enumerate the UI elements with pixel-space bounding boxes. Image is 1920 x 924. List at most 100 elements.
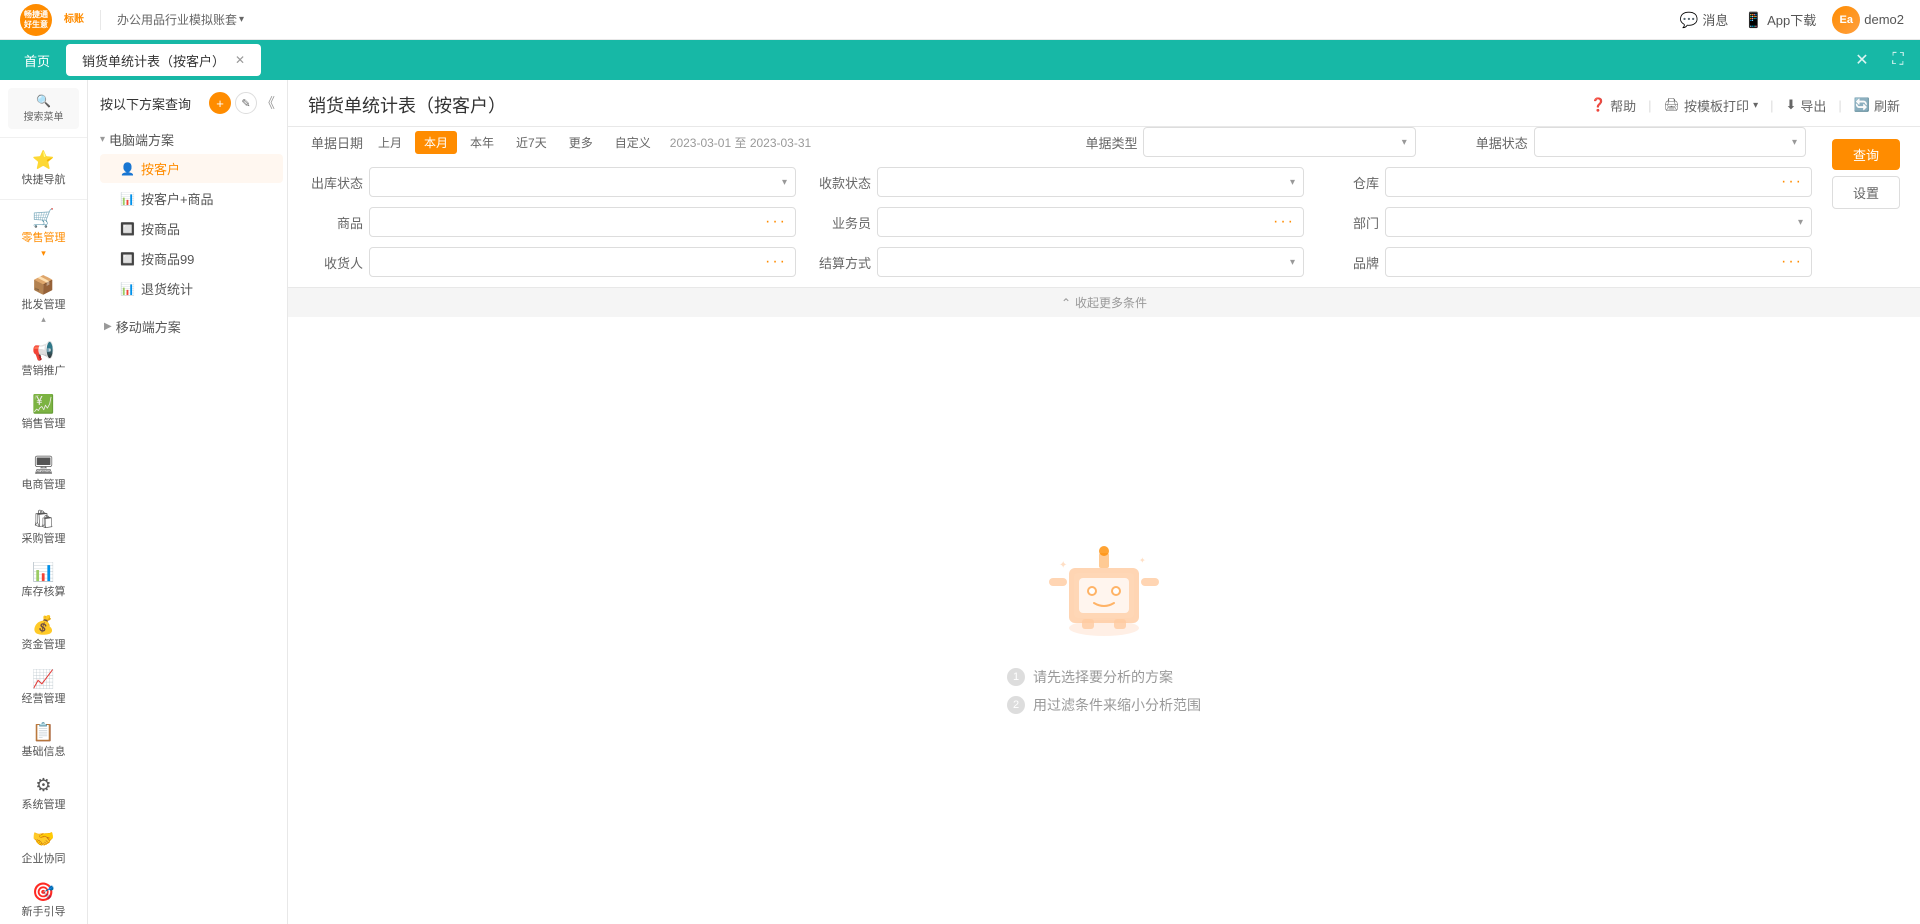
sidebar-item-quicknav[interactable]: ⭐ 快捷导航 [0,142,87,195]
download-icon: 📱 [1744,11,1763,29]
payment-status-select[interactable]: ▾ [877,167,1304,197]
brand-label: 品牌 [1324,253,1379,272]
empty-state: ✦ ✦ 1 请先选择要分析的方案 2 用过滤条件来缩小分析范围 [288,317,1920,924]
sidebar-item-sales[interactable]: 💹 销售管理 [0,386,87,439]
sidebar-item-purchase[interactable]: 🛍 采购管理 [0,501,87,554]
brand-select[interactable]: ··· [1385,247,1812,277]
page-header-actions: ❓ 帮助 | 🖨 按模板打印 ▾ | ⬇ 导出 | [1590,96,1900,115]
by-customer-product-icon: 📊 [120,192,135,206]
shortcut-this-year[interactable]: 本年 [461,131,503,154]
date-label: 单据日期 [308,133,363,152]
export-icon: ⬇ [1785,97,1796,113]
filter-row-2: 商品 ··· 业务员 ··· [288,207,1832,247]
scheme-item-by-customer[interactable]: 👤 按客户 [100,154,283,183]
sidebar-item-finance[interactable]: 💰 资金管理 [0,607,87,660]
filter-cell-warehouse: 仓库 ··· [1324,167,1812,197]
filter-cell-department: 部门 ▾ [1324,207,1812,237]
shortcut-last-month[interactable]: 上月 [369,131,411,154]
tab-close-all-button[interactable]: ✕ [1848,46,1876,74]
tab-close-icon[interactable]: ✕ [235,53,245,67]
logo: 畅捷通好生意 [16,0,56,40]
print-button[interactable]: 🖨 按模板打印 ▾ [1664,96,1759,115]
scheme-item-by-customer-label: 按客户 [141,159,180,178]
quicknav-icon: ⭐ [32,150,54,171]
scheme-group-desktop-header[interactable]: ▾ 电脑端方案 [88,126,287,153]
collapse-bar[interactable]: ⌃ 收起更多条件 [288,287,1920,317]
date-shortcuts: 上月 本月 本年 近7天 更多 自定义 [369,131,660,154]
receiver-select[interactable]: ··· [369,247,796,277]
sidebar-item-wholesale[interactable]: 📦 批发管理 ▴ [0,267,87,333]
sidebar-item-retail-label: 零售管理 [22,231,66,245]
shortcut-more[interactable]: 更多 [560,131,602,154]
wholesale-arrow-icon: ▴ [41,314,46,325]
doc-status-select[interactable]: ▾ [1534,127,1806,157]
scheme-group-mobile-header[interactable]: ▶ 移动端方案 [88,312,287,341]
tab-home[interactable]: 首页 [8,44,66,76]
tabbar-actions: ✕ ⛶ [1848,46,1912,74]
scheme-item-by-customer-product[interactable]: 📊 按客户+商品 [100,184,283,213]
warehouse-label: 仓库 [1324,173,1379,192]
scheme-add-button[interactable]: + [209,92,231,114]
sidebar-search-button[interactable]: 🔍 搜索菜单 [8,88,79,129]
refresh-button[interactable]: 🔄 刷新 [1854,96,1900,115]
out-status-select[interactable]: ▾ [369,167,796,197]
sidebar-item-system-label: 系统管理 [22,798,66,812]
out-status-label: 出库状态 [308,173,363,192]
scheme-item-by-product-label: 按商品 [141,219,180,238]
salesperson-select[interactable]: ··· [877,207,1304,237]
shortcut-last7days[interactable]: 近7天 [507,131,556,154]
query-button[interactable]: 查询 [1832,139,1900,170]
retail-icon: 🛒 [32,208,54,229]
shortcut-this-month[interactable]: 本月 [415,131,457,154]
department-select[interactable]: ▾ [1385,207,1812,237]
export-button[interactable]: ⬇ 导出 [1785,96,1826,115]
tab-expand-button[interactable]: ⛶ [1884,46,1912,74]
sidebar-item-newbie[interactable]: 🎯 新手引导 [0,874,87,924]
scheme-edit-button[interactable]: ✎ [235,92,257,114]
filter-query-buttons: 查询 设置 [1832,127,1920,287]
sidebar-item-system[interactable]: ⚙ 系统管理 [0,767,87,820]
message-icon: 💬 [1680,11,1699,29]
sidebar-item-retail[interactable]: 🛒 零售管理 ▾ [0,200,87,266]
print-icon: 🖨 [1664,97,1681,113]
topbar-account-title[interactable]: 办公用品行业模拟账套 ▾ [117,11,244,28]
sidebar-item-sales-label: 销售管理 [22,417,66,431]
message-button[interactable]: 💬 消息 [1680,10,1729,29]
sidebar-item-ecommerce[interactable]: 🖥 电商管理 [0,447,87,500]
svg-text:✦: ✦ [1059,560,1067,571]
shortcut-custom[interactable]: 自定义 [606,131,660,154]
topbar-divider [100,10,101,30]
sidebar-item-operations[interactable]: 📈 经营管理 [0,661,87,714]
scheme-item-by-product[interactable]: 🔲 按商品 [100,214,283,243]
page-header: 销货单统计表（按客户） ❓ 帮助 | 🖨 按模板打印 ▾ | ⬇ [288,80,1920,127]
logo-icon: 畅捷通好生意 [20,4,52,36]
warehouse-dots: ··· [1781,173,1803,191]
product-select[interactable]: ··· [369,207,796,237]
scheme-item-by-product99[interactable]: 🔲 按商品99 [100,244,283,273]
doc-type-select[interactable]: ▾ [1143,127,1415,157]
receiver-dots: ··· [765,253,787,271]
scheme-group-desktop: ▾ 电脑端方案 👤 按客户 📊 按客户+商品 🔲 按商品 [88,122,287,308]
user-menu[interactable]: Ea demo2 [1832,6,1904,34]
sidebar-item-enterprise[interactable]: 🤝 企业协同 [0,821,87,874]
scheme-collapse-button[interactable]: 《 [261,93,275,113]
scheme-item-return-stat[interactable]: 📊 退货统计 [100,274,283,303]
sidebar-item-finance-label: 资金管理 [22,638,66,652]
payment-status-label: 收款状态 [816,173,871,192]
by-product99-icon: 🔲 [120,252,135,266]
page-title: 销货单统计表（按客户） [308,92,506,118]
help-button[interactable]: ❓ 帮助 [1590,96,1636,115]
department-label: 部门 [1324,213,1379,232]
warehouse-select[interactable]: ··· [1385,167,1812,197]
sidebar-item-marketing[interactable]: 📢 营销推广 [0,333,87,386]
scheme-actions: + ✎ 《 [209,92,275,114]
settings-button[interactable]: 设置 [1832,176,1900,209]
receiver-label: 收货人 [308,253,363,272]
settlement-select[interactable]: ▾ [877,247,1304,277]
app-download-button[interactable]: 📱 App下载 [1744,10,1816,29]
tab-sales-stat[interactable]: 销货单统计表（按客户） ✕ [66,44,261,76]
scheme-group-desktop-arrow: ▾ [100,134,105,145]
sidebar-item-inventory[interactable]: 📊 库存核算 [0,554,87,607]
sidebar-item-basics[interactable]: 📋 基础信息 [0,714,87,767]
filter-cell-brand: 品牌 ··· [1324,247,1812,277]
